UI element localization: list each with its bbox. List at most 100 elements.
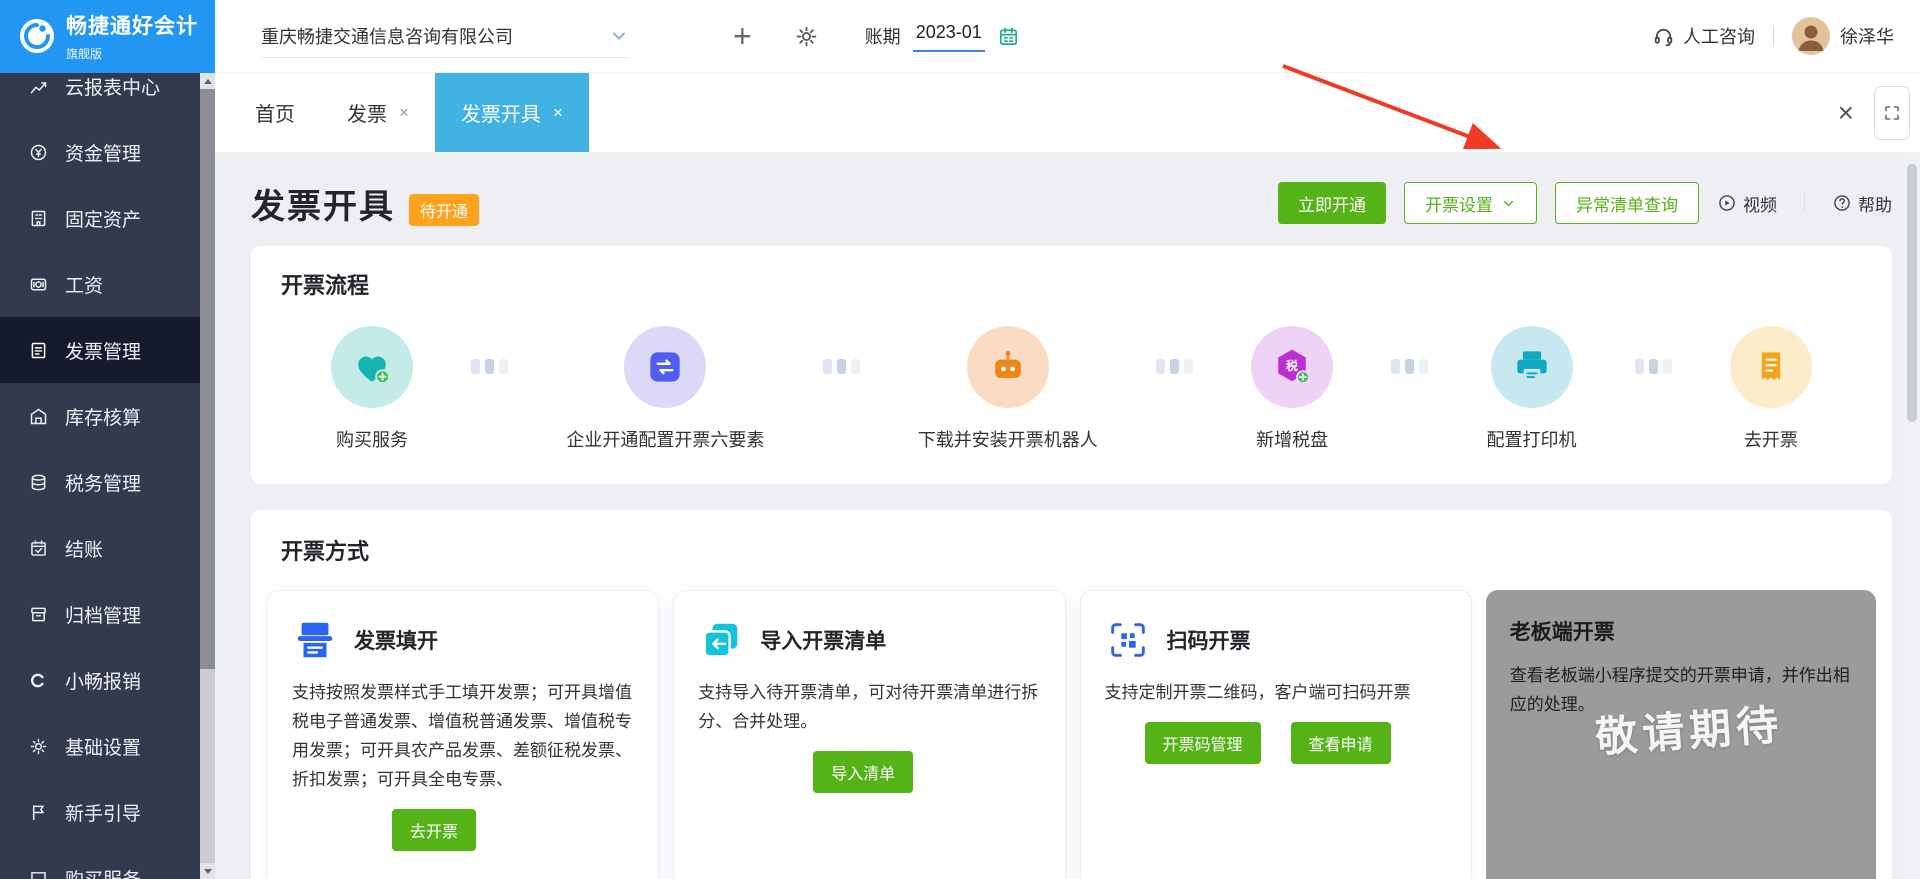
main-scrollbar-thumb[interactable] [1907, 164, 1917, 422]
process-step: 去开票 [1729, 326, 1812, 452]
tab-close-icon[interactable]: × [399, 103, 409, 123]
invoice-settings-button[interactable]: 开票设置 [1404, 182, 1537, 224]
sidebar-item-label: 工资 [65, 275, 104, 297]
calendar-icon[interactable] [997, 25, 1020, 48]
company-selector[interactable]: 重庆畅捷交通信息咨询有限公司 [261, 14, 629, 58]
sidebar-item-purchase[interactable]: 购买服务 [0, 845, 215, 879]
chart-icon [30, 81, 47, 93]
app-logo[interactable]: 畅捷通好会计 旗舰版 [0, 0, 215, 73]
import-list-button[interactable]: 导入清单 [813, 750, 914, 793]
step-label: 新增税盘 [1256, 430, 1329, 450]
printer-icon [1490, 326, 1573, 408]
process-title: 开票流程 [281, 273, 370, 298]
tab-label: 首页 [255, 104, 295, 126]
fullscreen-button[interactable] [1874, 85, 1910, 140]
page-title: 发票开具 [251, 187, 395, 226]
sidebar-item-inventory[interactable]: 库存核算 [0, 383, 215, 449]
step-label: 企业开通配置开票六要素 [566, 430, 765, 450]
archive-box-icon [31, 607, 46, 621]
sidebar-item-label: 基础设置 [65, 737, 142, 759]
logo-title: 畅捷通好会计 [66, 15, 198, 38]
sidebar-item-reimburse[interactable]: 小畅报销 [0, 647, 215, 713]
user-menu[interactable]: 徐泽华 [1792, 17, 1894, 55]
help-link[interactable]: 帮助 [1832, 191, 1892, 216]
view-request-button[interactable]: 查看申请 [1290, 721, 1391, 764]
step-label: 下载并安装开票机器人 [917, 430, 1098, 450]
tax-disk-icon: 税 [1251, 326, 1334, 408]
calendar-check-icon [31, 539, 46, 556]
invoice-icon [31, 342, 46, 358]
sidebar-item-label: 结账 [65, 539, 104, 561]
fill-invoice-icon [297, 622, 333, 658]
sidebar-item-payroll[interactable]: 工资 [0, 251, 215, 317]
topbar-right: 人工咨询 徐泽华 [1652, 17, 1920, 55]
tab-home[interactable]: 首页 [229, 73, 321, 152]
main-scrollbar[interactable] [1904, 152, 1920, 879]
step-label: 购买服务 [336, 430, 408, 450]
divider [1773, 26, 1774, 46]
period-value[interactable]: 2023-01 [912, 20, 985, 52]
svg-text:税: 税 [1286, 359, 1298, 373]
method-card-boss-invoice: 老板端开票 查看老板端小程序提交的开票申请，并作出相应的处理。 敬请期待 [1485, 590, 1876, 879]
step-connector [471, 359, 509, 374]
tab-close-icon[interactable]: × [553, 103, 563, 123]
sidebar-item-archive[interactable]: 归档管理 [0, 581, 215, 647]
expand-icon [1885, 105, 1899, 120]
method-card-title: 扫码开票 [1166, 630, 1251, 653]
money-icon [30, 144, 47, 160]
sidebar-item-label: 购买服务 [65, 865, 141, 879]
tab-invoice[interactable]: 发票 × [321, 73, 435, 152]
import-list-icon [703, 623, 738, 658]
activate-now-button[interactable]: 立即开通 [1278, 182, 1386, 224]
tab-invoice-issue[interactable]: 发票开具 × [434, 73, 589, 152]
method-card-title: 发票填开 [354, 630, 438, 653]
sidebar-item-tax[interactable]: 税务管理 [0, 449, 215, 515]
close-tab-icon[interactable]: × [1838, 98, 1854, 127]
question-circle-icon [1834, 195, 1850, 211]
sidebar-scrollbar[interactable] [200, 73, 215, 879]
sidebar-item-fixed-assets[interactable]: 固定资产 [0, 185, 215, 251]
sidebar-item-label: 云报表中心 [65, 77, 161, 99]
settings-gear-button[interactable] [794, 24, 819, 49]
chevron-down-icon [609, 26, 629, 46]
topbar: 畅捷通好会计 旗舰版 重庆畅捷交通信息咨询有限公司 + 账期 2023-01 人… [0, 0, 1920, 73]
add-button[interactable]: + [733, 20, 752, 52]
sidebar-item-label: 税务管理 [65, 473, 142, 495]
process-step: 下载并安装开票机器人 [918, 326, 1098, 452]
gear-icon [30, 738, 47, 754]
tabbar: 首页 发票 × 发票开具 × × [215, 73, 1920, 152]
sidebar-item-invoice[interactable]: 发票管理 [0, 317, 215, 383]
invoicing-methods-panel: 开票方式 发票填开 支持按照发票样式手工填开发票；可开具增值税电子普通发票、增值… [251, 510, 1892, 879]
sidebar-scrollbar-thumb[interactable] [200, 89, 215, 670]
sidebar-item-guide[interactable]: 新手引导 [0, 779, 215, 845]
logo-edition-badge: 旗舰版 [66, 47, 103, 61]
scroll-down-icon[interactable] [200, 863, 215, 879]
c-letter-icon [31, 673, 44, 687]
sidebar-item-label: 发票管理 [65, 341, 142, 363]
scroll-up-icon[interactable] [200, 73, 215, 89]
avatar [1792, 17, 1830, 55]
support-link[interactable]: 人工咨询 [1652, 23, 1755, 49]
sidebar-item-cloud-reports[interactable]: 云报表中心 [0, 73, 215, 119]
invoice-settings-label: 开票设置 [1425, 195, 1493, 215]
abnormal-list-button[interactable]: 异常清单查询 [1555, 182, 1699, 224]
support-label: 人工咨询 [1683, 27, 1755, 47]
sidebar-item-funds[interactable]: 资金管理 [0, 119, 215, 185]
method-card-desc: 支持按照发票样式手工填开发票；可开具增值税电子普通发票、增值税普通发票、增值税专… [292, 683, 632, 789]
method-card-fill-invoice: 发票填开 支持按照发票样式手工填开发票；可开具增值税电子普通发票、增值税普通发票… [267, 590, 660, 879]
logo-icon [18, 17, 56, 55]
sidebar-item-label: 小畅报销 [65, 671, 142, 693]
process-step: 购买服务 [331, 326, 413, 452]
video-label: 视频 [1743, 195, 1777, 215]
sidebar: 云报表中心 资金管理 固定资产 工资 发票管理 库存核算 税务管理 结账 归档管… [0, 73, 215, 879]
flag-icon [32, 804, 45, 820]
sidebar-item-settings[interactable]: 基础设置 [0, 713, 215, 779]
video-link[interactable]: 视频 [1717, 191, 1777, 216]
invoice-code-manage-button[interactable]: 开票码管理 [1144, 721, 1261, 764]
sidebar-item-label: 库存核算 [65, 407, 142, 429]
tab-label: 发票 [347, 104, 387, 126]
method-card-title: 导入开票清单 [760, 630, 887, 653]
sidebar-item-closing[interactable]: 结账 [0, 515, 215, 581]
status-badge: 待开通 [409, 194, 480, 226]
go-invoice-button[interactable]: 去开票 [392, 808, 477, 851]
